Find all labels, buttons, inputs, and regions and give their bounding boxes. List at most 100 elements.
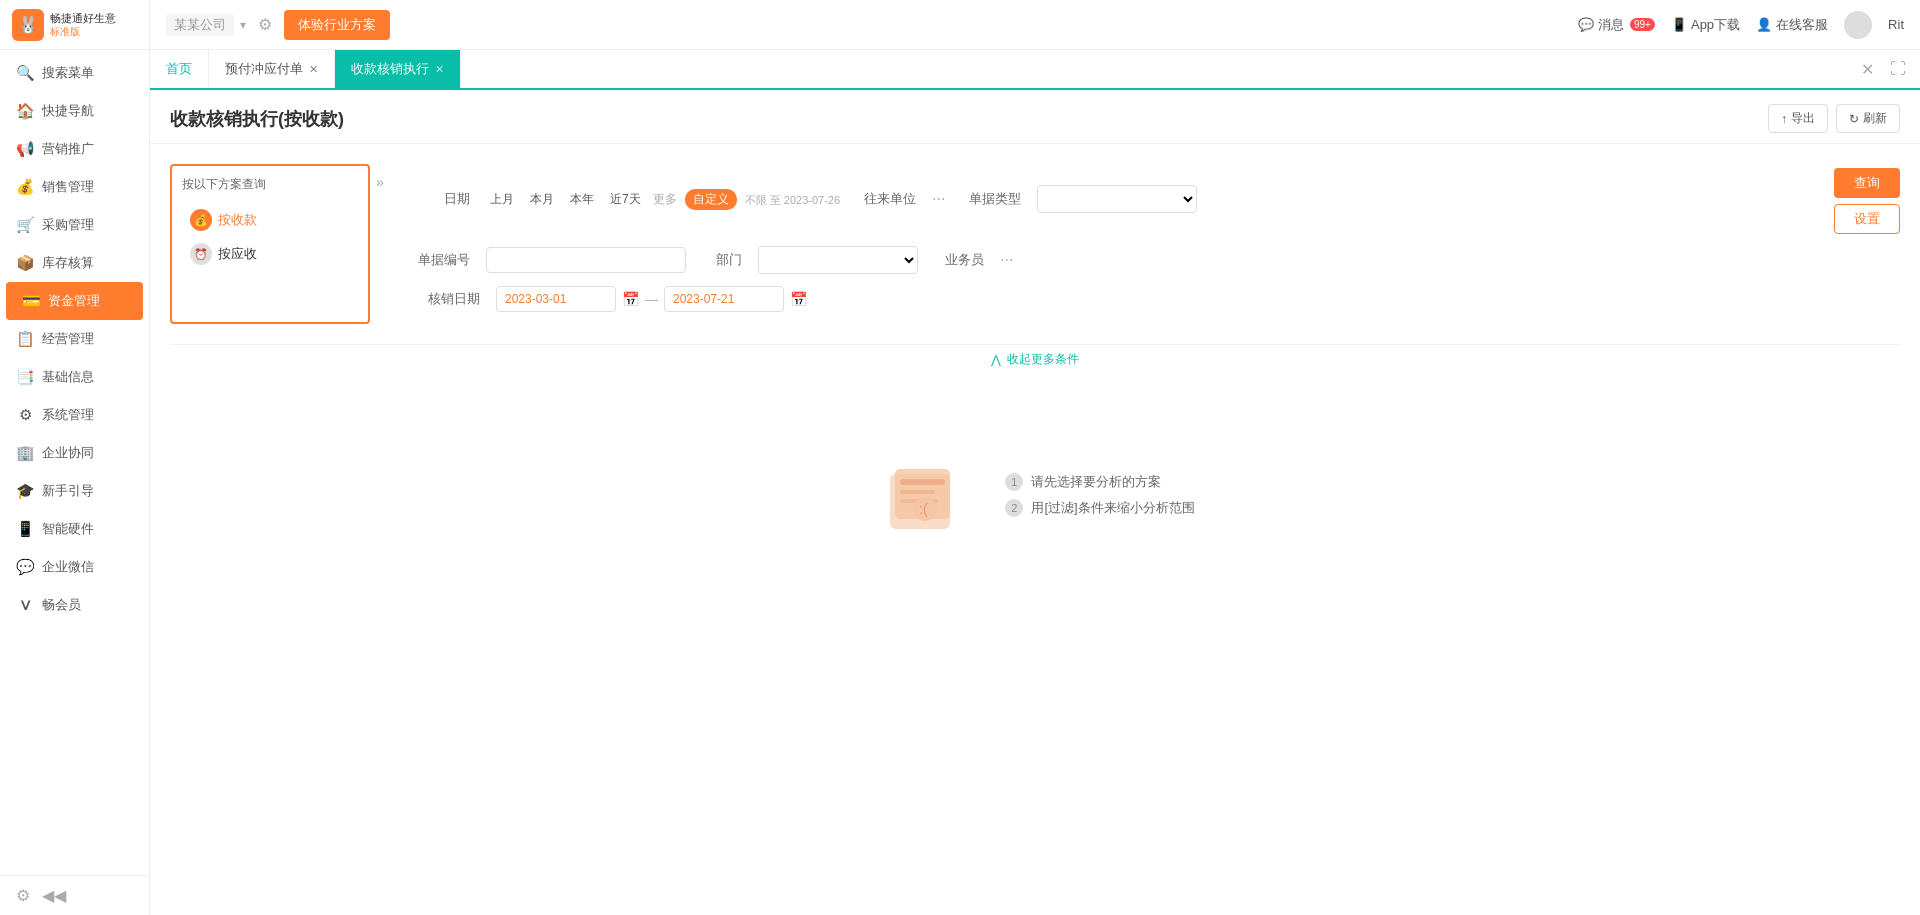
collapse-sidebar-icon[interactable]: ◀◀ [42, 886, 66, 905]
sidebar-item-purchase[interactable]: 🛒 采购管理 [0, 206, 149, 244]
sidebar-item-system[interactable]: ⚙ 系统管理 [0, 396, 149, 434]
sidebar-item-guide[interactable]: 🎓 新手引导 [0, 472, 149, 510]
online-service-button[interactable]: 👤 在线客服 [1756, 16, 1828, 34]
sidebar-item-quick-nav[interactable]: 🏠 快捷导航 [0, 92, 149, 130]
finance-icon: 💳 [22, 292, 40, 310]
sidebar-logo: 🐰 畅捷通好生意 标准版 [0, 0, 149, 50]
fullscreen-icon[interactable]: ⛶ [1886, 56, 1910, 82]
sidebar-item-member[interactable]: Ⅴ 畅会员 [0, 586, 149, 624]
sidebar-item-enterprise[interactable]: 🏢 企业协同 [0, 434, 149, 472]
prepay-tab-label: 预付冲应付单 [225, 60, 303, 78]
date-separator: — [645, 292, 658, 307]
receipt-option-icon: 💰 [190, 209, 212, 231]
shortcut-more[interactable]: 更多 [653, 191, 677, 208]
settings-bottom-icon[interactable]: ⚙ [16, 886, 30, 905]
receivable-option-icon: ⏰ [190, 243, 212, 265]
export-button[interactable]: ↑ 导出 [1768, 104, 1828, 133]
verify-date-start-calendar-icon[interactable]: 📅 [622, 291, 639, 307]
sidebar-item-operation[interactable]: 📋 经营管理 [0, 320, 149, 358]
message-button[interactable]: 💬 消息 99+ [1578, 16, 1655, 34]
message-badge: 99+ [1630, 18, 1655, 31]
svg-rect-3 [900, 490, 935, 494]
staff-dots-icon: ··· [1000, 251, 1013, 269]
company-dropdown-icon[interactable]: ▾ [240, 18, 246, 32]
empty-content: :( 1 请先选择要分析的方案 2 用[过滤]条件来缩小分析范围 [875, 454, 1194, 544]
empty-hint-2: 2 用[过滤]条件来缩小分析范围 [1005, 499, 1194, 517]
close-tab-icon[interactable]: ✕ [1857, 56, 1878, 83]
page-container: 收款核销执行(按收款) ↑ 导出 ↻ 刷新 按以下方案查询 [150, 90, 1920, 915]
app-download-button[interactable]: 📱 App下载 [1671, 16, 1740, 34]
shortcut-7days[interactable]: 近7天 [606, 189, 645, 210]
query-button[interactable]: 查询 [1834, 168, 1900, 198]
topbar-gear-icon[interactable]: ⚙ [258, 15, 272, 34]
filter-area: 按以下方案查询 💰 按收款 ⏰ 按应收 » 日期 [150, 144, 1920, 344]
shortcut-this-month[interactable]: 本月 [526, 189, 558, 210]
shortcut-this-year[interactable]: 本年 [566, 189, 598, 210]
doc-no-input[interactable] [486, 247, 686, 273]
tab-home[interactable]: 首页 [150, 50, 209, 88]
dept-label: 部门 [702, 251, 742, 269]
page-title: 收款核销执行(按收款) [170, 107, 344, 131]
member-icon: Ⅴ [16, 598, 34, 613]
sidebar-item-sales[interactable]: 💰 销售管理 [0, 168, 149, 206]
tab-actions: ✕ ⛶ [1857, 50, 1920, 88]
guide-icon: 🎓 [16, 482, 34, 500]
tab-collect[interactable]: 收款核销执行 ✕ [335, 50, 461, 88]
operation-icon: 📋 [16, 330, 34, 348]
collapse-more-btn[interactable]: ⋀ 收起更多条件 [170, 344, 1900, 374]
sidebar-item-search-menu[interactable]: 🔍 搜索菜单 [0, 54, 149, 92]
empty-hints: 1 请先选择要分析的方案 2 用[过滤]条件来缩小分析范围 [1005, 473, 1194, 525]
dept-select[interactable] [758, 246, 918, 274]
verify-date-group: 📅 — 📅 [496, 286, 807, 312]
sidebar-item-finance[interactable]: 💳 资金管理 [6, 282, 143, 320]
verify-date-start-input[interactable] [496, 286, 616, 312]
tab-prepay[interactable]: 预付冲应付单 ✕ [209, 50, 335, 88]
filter-actions: 查询 设置 [1834, 164, 1900, 234]
empty-illustration: :( [875, 454, 975, 544]
user-avatar[interactable] [1844, 11, 1872, 39]
logo-text: 畅捷通好生意 标准版 [50, 11, 116, 38]
refresh-button[interactable]: ↻ 刷新 [1836, 104, 1900, 133]
shortcut-custom[interactable]: 自定义 [685, 189, 737, 210]
collect-tab-close-icon[interactable]: ✕ [435, 63, 444, 76]
verify-date-label: 核销日期 [410, 290, 480, 308]
home-icon: 🏠 [16, 102, 34, 120]
solution-button[interactable]: 体验行业方案 [284, 10, 390, 40]
page-header: 收款核销执行(按收款) ↑ 导出 ↻ 刷新 [150, 90, 1920, 144]
filter-option-by-receipt[interactable]: 💰 按收款 [182, 203, 358, 237]
logo-icon: 🐰 [12, 9, 44, 41]
verify-date-end-input[interactable] [664, 286, 784, 312]
sidebar-item-inventory[interactable]: 📦 库存核算 [0, 244, 149, 282]
filter-collapse-btn[interactable]: » [370, 154, 390, 334]
doc-type-label: 单据类型 [961, 190, 1021, 208]
home-tab-label: 首页 [166, 60, 192, 78]
filter-option-by-receivable[interactable]: ⏰ 按应收 [182, 237, 358, 271]
wechat-icon: 💬 [16, 558, 34, 576]
message-icon: 💬 [1578, 17, 1594, 32]
sidebar-item-basic[interactable]: 📑 基础信息 [0, 358, 149, 396]
doc-no-label: 单据编号 [410, 251, 470, 269]
sidebar-item-hardware[interactable]: 📱 智能硬件 [0, 510, 149, 548]
page-actions: ↑ 导出 ↻ 刷新 [1768, 104, 1900, 133]
sidebar: 🐰 畅捷通好生意 标准版 🔍 搜索菜单 🏠 快捷导航 📢 营销推广 💰 销售管理… [0, 0, 150, 915]
content-area: 收款核销执行(按收款) ↑ 导出 ↻ 刷新 按以下方案查询 [150, 90, 1920, 915]
purchase-icon: 🛒 [16, 216, 34, 234]
collect-tab-label: 收款核销执行 [351, 60, 429, 78]
service-icon: 👤 [1756, 17, 1772, 32]
setting-button[interactable]: 设置 [1834, 204, 1900, 234]
empty-hint-1: 1 请先选择要分析的方案 [1005, 473, 1194, 491]
sidebar-bottom: ⚙ ◀◀ [0, 875, 149, 915]
tabbar: 首页 预付冲应付单 ✕ 收款核销执行 ✕ ✕ ⛶ [150, 50, 1920, 90]
export-icon: ↑ [1781, 112, 1787, 126]
doc-type-select[interactable] [1037, 185, 1197, 213]
date-sub: 不限 至 2023-07-26 [745, 191, 840, 208]
sidebar-item-wechat[interactable]: 💬 企业微信 [0, 548, 149, 586]
filter-row-3: 核销日期 📅 — 📅 [410, 286, 1900, 312]
prepay-tab-close-icon[interactable]: ✕ [309, 63, 318, 76]
shortcut-prev-month[interactable]: 上月 [486, 189, 518, 210]
filter-row-2: 单据编号 部门 业务员 ··· [410, 246, 1900, 274]
svg-rect-2 [900, 479, 945, 485]
verify-date-end-calendar-icon[interactable]: 📅 [790, 291, 807, 307]
system-icon: ⚙ [16, 406, 34, 424]
sidebar-item-marketing[interactable]: 📢 营销推广 [0, 130, 149, 168]
